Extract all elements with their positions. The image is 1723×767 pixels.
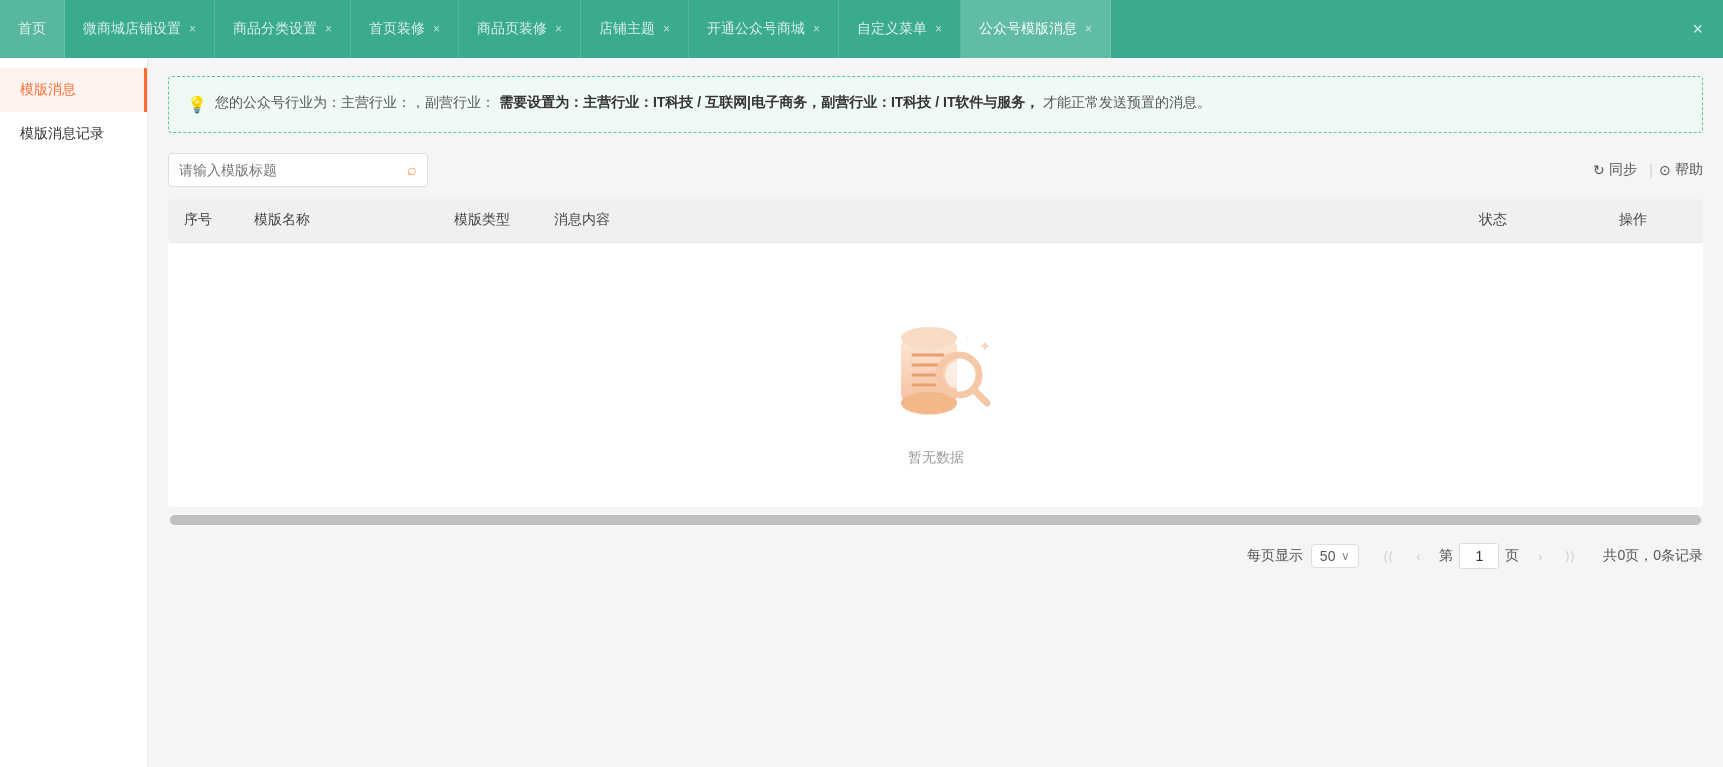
empty-text: 暂无数据 xyxy=(908,449,964,467)
sync-label: 同步 xyxy=(1609,161,1637,179)
notice-text-suffix: 才能正常发送预置的消息。 xyxy=(1043,94,1211,110)
sidebar-item-1[interactable]: 模版消息记录 xyxy=(0,112,147,156)
nav-tab-7[interactable]: 自定义菜单× xyxy=(839,0,961,58)
svg-point-3 xyxy=(901,327,957,349)
notice-box: 💡 您的公众号行业为：主营行业：，副营行业： 需要设置为：主营行业：IT科技 /… xyxy=(168,76,1703,133)
col-header-type: 模版类型 xyxy=(438,199,538,243)
help-icon: ⊙ xyxy=(1659,162,1671,178)
sync-icon: ↻ xyxy=(1593,162,1605,178)
prev-page-button[interactable]: ‹ xyxy=(1405,543,1431,569)
notice-text-prefix: 您的公众号行业为：主营行业：，副营行业： xyxy=(215,94,495,110)
content-area: 💡 您的公众号行业为：主营行业：，副营行业： 需要设置为：主营行业：IT科技 /… xyxy=(148,58,1723,767)
nav-tab-3[interactable]: 首页装修× xyxy=(351,0,459,58)
nav-tab-close-1[interactable]: × xyxy=(189,23,196,35)
notice-text-highlight: 需要设置为：主营行业：IT科技 / 互联网|电子商务，副营行业：IT科技 / I… xyxy=(499,94,1040,110)
help-button[interactable]: ⊙ 帮助 xyxy=(1659,161,1703,179)
table-wrap: 序号 模版名称 模版类型 消息内容 状态 操作 xyxy=(168,199,1703,508)
svg-point-10 xyxy=(945,361,973,389)
page-unit: 页 xyxy=(1505,547,1519,565)
main-layout: 模版消息模版消息记录 💡 您的公众号行业为：主营行业：，副营行业： 需要设置为：… xyxy=(0,58,1723,767)
total-info: 共0页，0条记录 xyxy=(1603,547,1703,565)
nav-tab-1[interactable]: 微商城店铺设置× xyxy=(65,0,215,58)
page-label: 第 xyxy=(1439,547,1453,565)
col-header-content: 消息内容 xyxy=(538,199,1463,243)
data-table: 序号 模版名称 模版类型 消息内容 状态 操作 xyxy=(168,199,1703,244)
page-size-label: 每页显示 xyxy=(1247,547,1303,565)
next-page-button[interactable]: › xyxy=(1527,543,1553,569)
search-icon[interactable]: ⌕ xyxy=(407,161,417,179)
nav-tab-close-2[interactable]: × xyxy=(325,23,332,35)
toolbar-right: ↻ 同步 | ⊙ 帮助 xyxy=(1593,161,1703,179)
global-close-button[interactable]: × xyxy=(1672,0,1723,58)
page-size-select[interactable]: 50 ∨ xyxy=(1311,544,1360,568)
sidebar: 模版消息模版消息记录 xyxy=(0,58,148,767)
help-label: 帮助 xyxy=(1675,161,1703,179)
sidebar-item-0[interactable]: 模版消息 xyxy=(0,68,147,112)
top-nav: 首页微商城店铺设置×商品分类设置×首页装修×商品页装修×店铺主题×开通公众号商城… xyxy=(0,0,1723,58)
col-header-action: 操作 xyxy=(1603,199,1703,243)
page-nav: ⟨⟨ ‹ 第 1 页 › ⟩⟩ xyxy=(1375,543,1583,569)
nav-tab-6[interactable]: 开通公众号商城× xyxy=(689,0,839,58)
nav-tab-close-6[interactable]: × xyxy=(813,23,820,35)
first-page-button[interactable]: ⟨⟨ xyxy=(1375,543,1401,569)
nav-tab-0[interactable]: 首页 xyxy=(0,0,65,58)
svg-text:✦: ✦ xyxy=(979,338,991,354)
toolbar-divider: | xyxy=(1649,162,1653,178)
col-header-name: 模版名称 xyxy=(238,199,438,243)
page-size-value: 50 xyxy=(1320,548,1336,564)
sync-button[interactable]: ↻ 同步 xyxy=(1593,161,1637,179)
table-header-row: 序号 模版名称 模版类型 消息内容 状态 操作 xyxy=(168,199,1703,243)
scroll-thumb[interactable] xyxy=(170,515,1701,525)
col-header-status: 状态 xyxy=(1463,199,1603,243)
nav-tab-close-7[interactable]: × xyxy=(935,23,942,35)
nav-tab-close-3[interactable]: × xyxy=(433,23,440,35)
chevron-down-icon: ∨ xyxy=(1341,549,1350,563)
notice-icon: 💡 xyxy=(187,92,207,118)
empty-illustration: ✦ · xyxy=(871,303,1001,433)
nav-tab-5[interactable]: 店铺主题× xyxy=(581,0,689,58)
notice-content: 您的公众号行业为：主营行业：，副营行业： 需要设置为：主营行业：IT科技 / 互… xyxy=(215,91,1211,113)
nav-tab-close-4[interactable]: × xyxy=(555,23,562,35)
nav-tab-8[interactable]: 公众号模版消息× xyxy=(961,0,1111,58)
empty-state: ✦ · 暂无数据 xyxy=(168,243,1703,507)
pagination: 每页显示 50 ∨ ⟨⟨ ‹ 第 1 页 › ⟩⟩ 共0页，0条记录 xyxy=(168,533,1703,573)
svg-text:·: · xyxy=(966,332,969,343)
search-wrap: ⌕ xyxy=(168,153,428,187)
page-input-wrap: 第 1 页 xyxy=(1439,543,1519,569)
scroll-track[interactable] xyxy=(168,515,1703,525)
toolbar: ⌕ ↻ 同步 | ⊙ 帮助 xyxy=(168,153,1703,187)
svg-line-11 xyxy=(974,390,987,403)
nav-tab-2[interactable]: 商品分类设置× xyxy=(215,0,351,58)
last-page-button[interactable]: ⟩⟩ xyxy=(1557,543,1583,569)
page-input[interactable]: 1 xyxy=(1459,543,1499,569)
nav-tab-4[interactable]: 商品页装修× xyxy=(459,0,581,58)
nav-tab-close-5[interactable]: × xyxy=(663,23,670,35)
search-input[interactable] xyxy=(179,162,407,178)
nav-tab-close-8[interactable]: × xyxy=(1085,23,1092,35)
col-header-seq: 序号 xyxy=(168,199,238,243)
